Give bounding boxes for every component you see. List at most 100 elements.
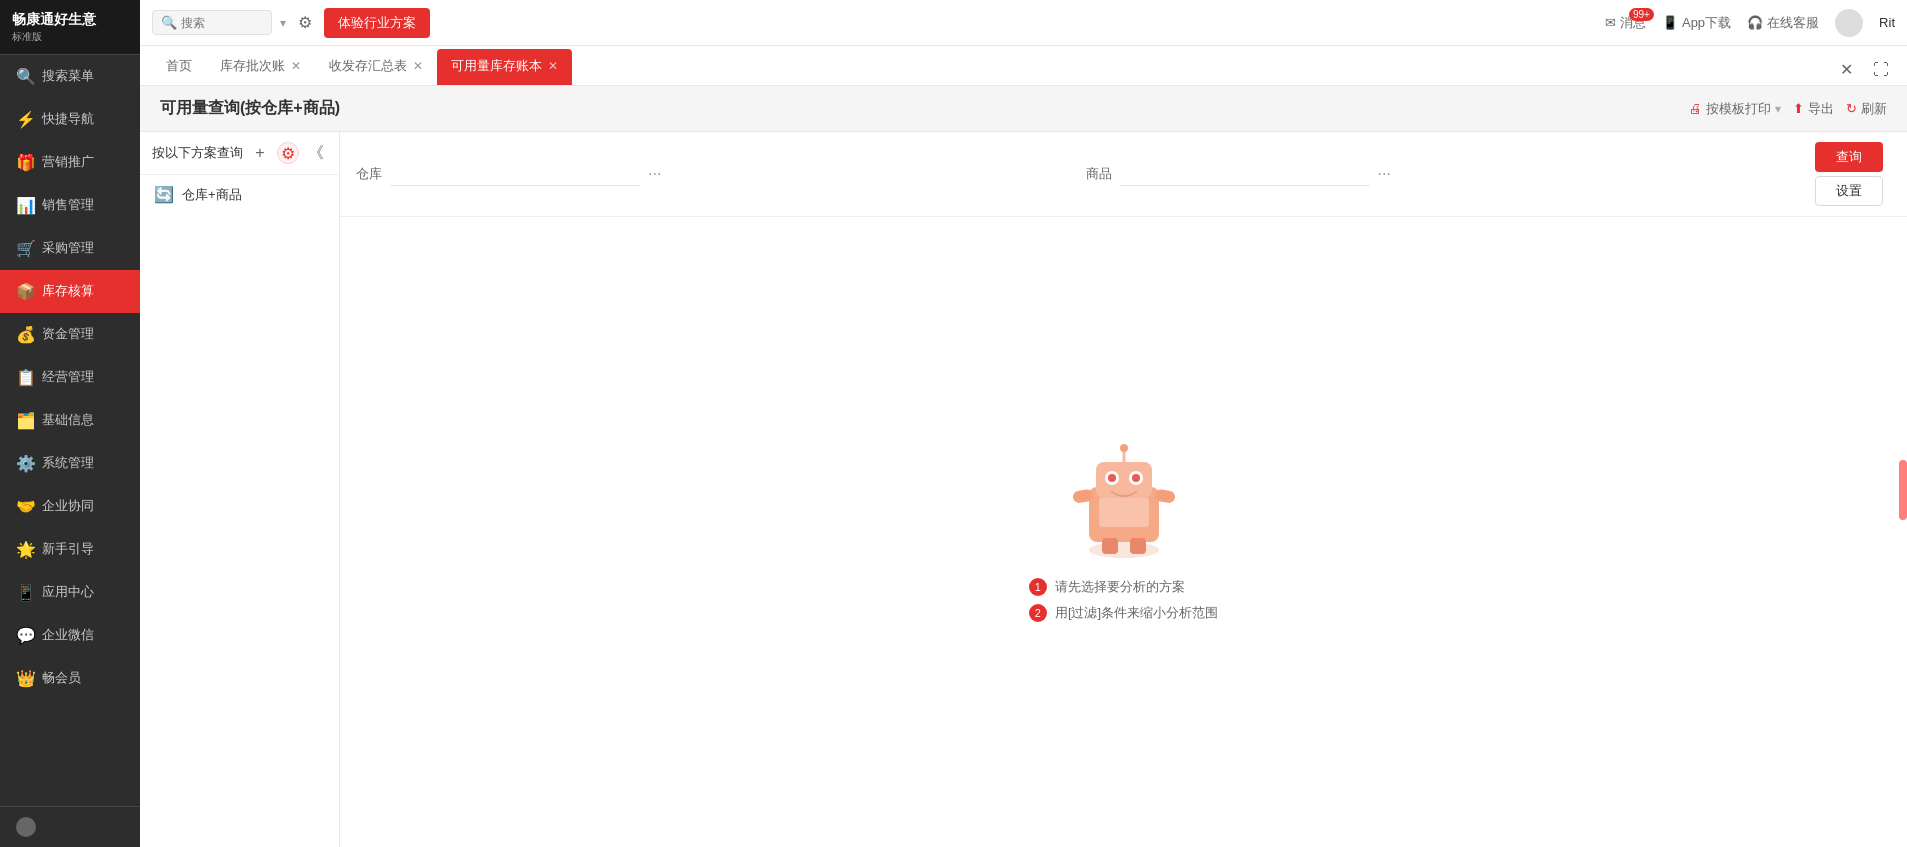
scheme-icon: 🔄 (154, 185, 174, 204)
app-title: 畅康通好生意 (12, 10, 128, 30)
sidebar-item-label: 销售管理 (42, 196, 94, 214)
online-service-button[interactable]: 🎧 在线客服 (1747, 14, 1819, 32)
gift-icon: 🎁 (16, 153, 34, 172)
svg-rect-3 (1096, 462, 1152, 498)
sidebar-item-label: 搜索菜单 (42, 67, 94, 85)
tab-close-button[interactable]: ✕ (1834, 58, 1859, 81)
left-panel-header: 按以下方案查询 + ⚙ 《 (140, 132, 339, 175)
topbar: 🔍 ▾ ⚙ 体验行业方案 ✉ 消息 99+ 📱 App下载 🎧 在线客服 Rit (140, 0, 1907, 46)
scheme-item-warehouse-product[interactable]: 🔄 仓库+商品 (140, 175, 339, 214)
sidebar-item-collab[interactable]: 🤝 企业协同 (0, 485, 140, 528)
collapse-panel-button[interactable]: 《 (305, 142, 327, 164)
sidebar-item-label: 营销推广 (42, 153, 94, 171)
refresh-action[interactable]: ↻ 刷新 (1846, 100, 1887, 118)
query-button[interactable]: 查询 (1815, 142, 1883, 172)
right-scrollbar[interactable] (1899, 460, 1907, 520)
print-dropdown-icon[interactable]: ▾ (1775, 102, 1781, 116)
refresh-icon: ↻ (1846, 101, 1857, 116)
tab-expand-button[interactable]: ⛶ (1867, 59, 1895, 81)
sidebar-item-vip[interactable]: 👑 畅会员 (0, 657, 140, 700)
dropdown-chevron-icon[interactable]: ▾ (280, 16, 286, 30)
headset-icon: 🎧 (1747, 15, 1763, 30)
sidebar-item-label: 经营管理 (42, 368, 94, 386)
handshake-icon: 🤝 (16, 497, 34, 516)
print-label: 按模板打印 (1706, 100, 1771, 118)
tab-receive-summary-close-icon[interactable]: ✕ (413, 59, 423, 73)
app-subtitle: 标准版 (12, 30, 128, 44)
filter-actions: 查询 设置 (1815, 142, 1891, 206)
message-button[interactable]: ✉ 消息 99+ (1605, 14, 1646, 32)
page-title: 可用量查询(按仓库+商品) (160, 98, 340, 119)
username-label[interactable]: Rit (1879, 15, 1895, 30)
tab-receive-summary-label: 收发存汇总表 (329, 57, 407, 75)
folder-icon: 🗂️ (16, 411, 34, 430)
sidebar-item-label: 企业微信 (42, 626, 94, 644)
tab-available-ledger[interactable]: 可用量库存账本 ✕ (437, 49, 572, 85)
box-icon: 📦 (16, 282, 34, 301)
app-download-label: App下载 (1682, 14, 1731, 32)
sidebar-item-inventory[interactable]: 📦 库存核算 (0, 270, 140, 313)
scheme-settings-button[interactable]: ⚙ (277, 142, 299, 164)
sidebar-item-purchase[interactable]: 🛒 采购管理 (0, 227, 140, 270)
tab-available-ledger-close-icon[interactable]: ✕ (548, 59, 558, 73)
main-area: 🔍 ▾ ⚙ 体验行业方案 ✉ 消息 99+ 📱 App下载 🎧 在线客服 Rit (140, 0, 1907, 847)
refresh-label: 刷新 (1861, 100, 1887, 118)
svg-rect-12 (1102, 538, 1118, 554)
tab-batch-account[interactable]: 库存批次账 ✕ (206, 49, 315, 85)
sidebar-item-label: 库存核算 (42, 282, 94, 300)
empty-tip-2: 2 用[过滤]条件来缩小分析范围 (1029, 604, 1218, 622)
print-action[interactable]: 🖨 按模板打印 ▾ (1689, 100, 1781, 118)
warehouse-filter-group: 仓库 ··· (356, 162, 1066, 186)
cart-icon: 🛒 (16, 239, 34, 258)
sidebar-item-label: 快捷导航 (42, 110, 94, 128)
mobile-icon: 📱 (16, 583, 34, 602)
warehouse-filter-input[interactable] (390, 162, 640, 186)
warehouse-filter-more-icon[interactable]: ··· (648, 165, 661, 183)
filter-settings-button[interactable]: 设置 (1815, 176, 1883, 206)
sidebar: 畅康通好生意 标准版 🔍 搜索菜单 ⚡ 快捷导航 🎁 营销推广 📊 销售管理 🛒… (0, 0, 140, 847)
left-panel: 按以下方案查询 + ⚙ 《 🔄 仓库+商品 (140, 132, 340, 847)
settings-icon[interactable]: ⚙ (298, 13, 312, 32)
sidebar-item-finance[interactable]: 💰 资金管理 (0, 313, 140, 356)
app-download-button[interactable]: 📱 App下载 (1662, 14, 1731, 32)
tab-home-label: 首页 (166, 57, 192, 75)
lightning-icon: ⚡ (16, 110, 34, 129)
empty-robot-svg (1064, 442, 1184, 562)
search-input[interactable] (181, 16, 261, 30)
tabbar: 首页 库存批次账 ✕ 收发存汇总表 ✕ 可用量库存账本 ✕ ✕ ⛶ (140, 46, 1907, 86)
empty-illustration (1064, 442, 1184, 562)
filter-row: 仓库 ··· 商品 ··· 查询 设置 (340, 132, 1907, 217)
sidebar-item-shortcut[interactable]: ⚡ 快捷导航 (0, 98, 140, 141)
phone-icon: 📱 (1662, 15, 1678, 30)
sidebar-item-search[interactable]: 🔍 搜索菜单 (0, 55, 140, 98)
sidebar-item-app[interactable]: 📱 应用中心 (0, 571, 140, 614)
export-icon: ⬆ (1793, 101, 1804, 116)
user-avatar-small (16, 817, 36, 837)
page-content: 可用量查询(按仓库+商品) 🖨 按模板打印 ▾ ⬆ 导出 ↻ 刷新 (140, 86, 1907, 847)
topbar-search-box[interactable]: 🔍 (152, 10, 272, 35)
sidebar-item-label: 畅会员 (42, 669, 81, 687)
add-scheme-button[interactable]: + (249, 142, 271, 164)
sidebar-item-sales[interactable]: 📊 销售管理 (0, 184, 140, 227)
export-label: 导出 (1808, 100, 1834, 118)
empty-tips: 1 请先选择要分析的方案 2 用[过滤]条件来缩小分析范围 (1029, 578, 1218, 622)
sidebar-item-label: 系统管理 (42, 454, 94, 472)
crown-icon: 👑 (16, 669, 34, 688)
product-filter-more-icon[interactable]: ··· (1378, 165, 1391, 183)
tab-batch-account-label: 库存批次账 (220, 57, 285, 75)
industry-solution-button[interactable]: 体验行业方案 (324, 8, 430, 38)
tab-home[interactable]: 首页 (152, 49, 206, 85)
export-action[interactable]: ⬆ 导出 (1793, 100, 1834, 118)
tab-receive-summary[interactable]: 收发存汇总表 ✕ (315, 49, 437, 85)
sidebar-item-wechat[interactable]: 💬 企业微信 (0, 614, 140, 657)
sidebar-item-basic[interactable]: 🗂️ 基础信息 (0, 399, 140, 442)
sidebar-item-bizm[interactable]: 📋 经营管理 (0, 356, 140, 399)
sidebar-item-newbie[interactable]: 🌟 新手引导 (0, 528, 140, 571)
tip-number-2: 2 (1029, 604, 1047, 622)
sidebar-item-marketing[interactable]: 🎁 营销推广 (0, 141, 140, 184)
search-icon: 🔍 (161, 15, 177, 30)
tab-available-ledger-label: 可用量库存账本 (451, 57, 542, 75)
tab-batch-account-close-icon[interactable]: ✕ (291, 59, 301, 73)
product-filter-input[interactable] (1120, 162, 1370, 186)
sidebar-item-system[interactable]: ⚙️ 系统管理 (0, 442, 140, 485)
